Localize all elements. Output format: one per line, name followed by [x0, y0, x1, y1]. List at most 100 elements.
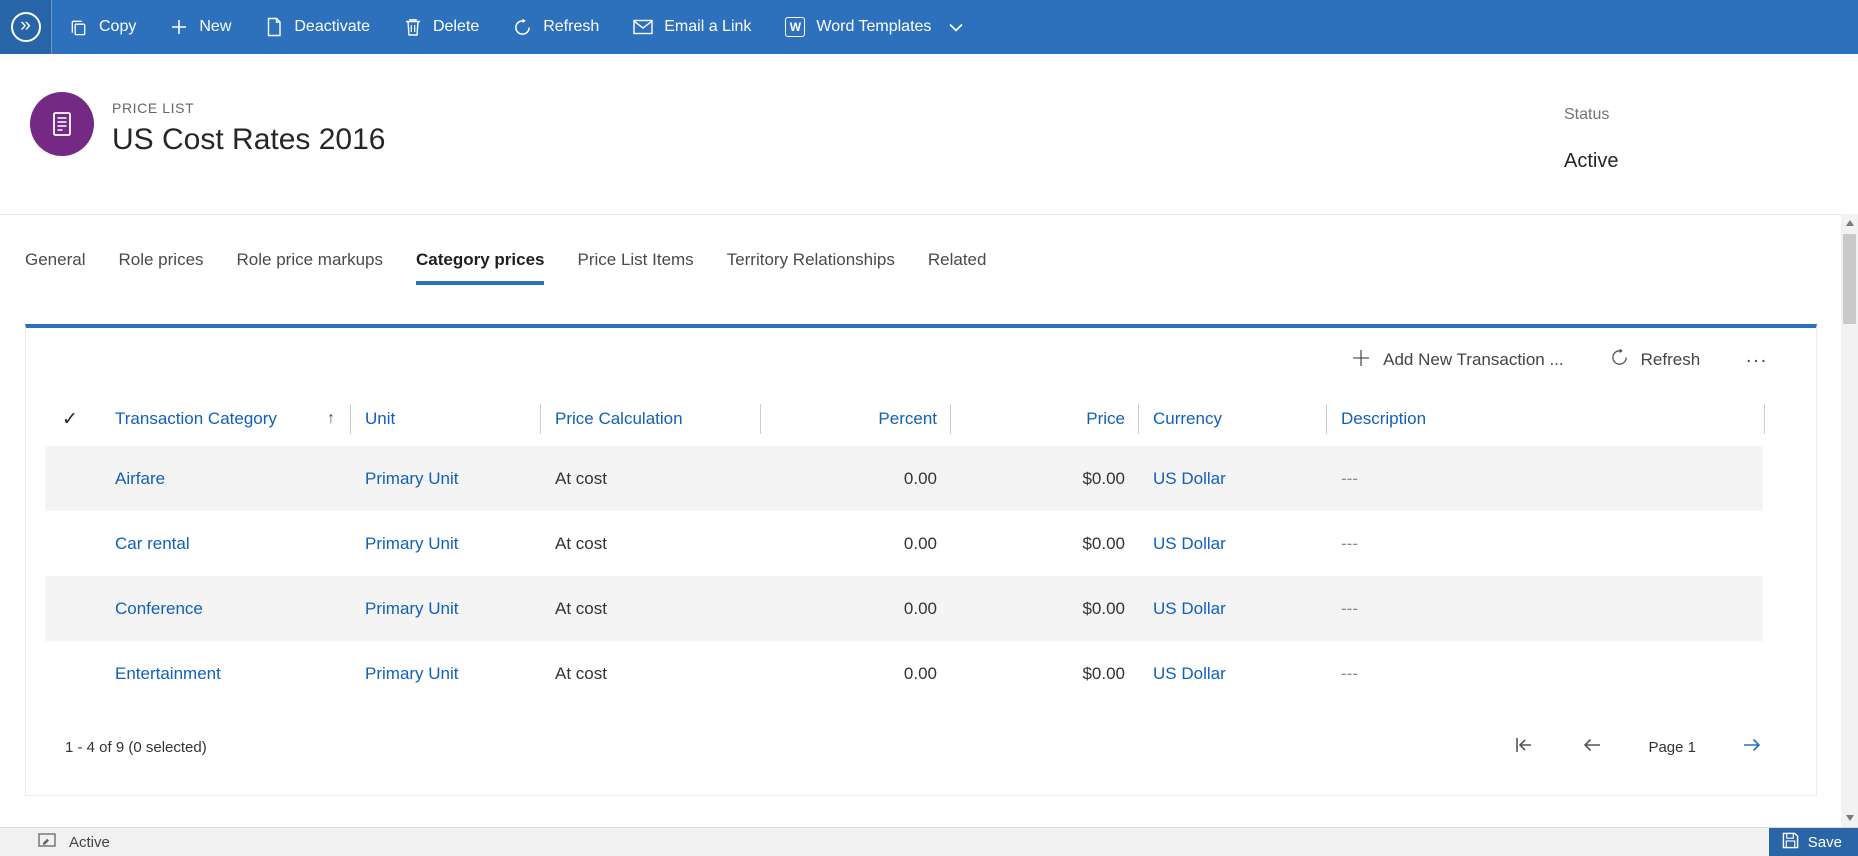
- grid-refresh-button[interactable]: Refresh: [1610, 348, 1701, 372]
- transaction-category-link[interactable]: Entertainment: [95, 664, 351, 684]
- select-all-checkbox[interactable]: ✓: [45, 392, 95, 446]
- grid-footer: 1 - 4 of 9 (0 selected) Page 1: [26, 710, 1816, 784]
- price-calculation-cell: At cost: [555, 663, 607, 683]
- refresh-icon: [1610, 348, 1629, 372]
- chevron-down-icon: [949, 23, 963, 32]
- scrollbar-thumb[interactable]: [1843, 234, 1856, 324]
- more-commands-button[interactable]: ...: [1746, 346, 1768, 374]
- description-cell: ---: [1341, 663, 1358, 683]
- word-icon: W: [785, 17, 806, 37]
- unit-link[interactable]: Primary Unit: [351, 664, 541, 684]
- currency-link[interactable]: US Dollar: [1139, 534, 1327, 554]
- save-button-label: Save: [1807, 833, 1842, 851]
- column-header-transaction-category[interactable]: Transaction Category ↑: [95, 392, 351, 446]
- next-page-button[interactable]: [1740, 735, 1764, 760]
- currency-link[interactable]: US Dollar: [1139, 469, 1327, 489]
- plus-icon: [170, 18, 188, 36]
- tab-price-list-items[interactable]: Price List Items: [577, 249, 693, 285]
- table-row[interactable]: Airfare Primary Unit At cost 0.00 $0.00 …: [45, 446, 1763, 511]
- plus-icon: [1351, 348, 1371, 373]
- add-new-transaction-label: Add New Transaction ...: [1383, 350, 1564, 369]
- entity-type-label: PRICE LIST: [112, 100, 195, 116]
- column-header-currency[interactable]: Currency: [1139, 392, 1327, 446]
- price-cell: $0.00: [1082, 534, 1125, 553]
- column-header-price-calculation[interactable]: Price Calculation: [541, 392, 761, 446]
- tab-role-prices[interactable]: Role prices: [118, 249, 203, 285]
- percent-cell: 0.00: [903, 534, 937, 553]
- column-label: Transaction Category: [115, 409, 277, 428]
- table-header-row: ✓ Transaction Category ↑ Unit Price Calc…: [45, 392, 1763, 446]
- column-header-description[interactable]: Description: [1327, 392, 1765, 446]
- percent-cell: 0.00: [903, 664, 937, 683]
- deactivate-icon: [265, 17, 283, 37]
- command-deactivate[interactable]: Deactivate: [248, 0, 387, 54]
- previous-page-button[interactable]: [1580, 735, 1604, 760]
- command-refresh[interactable]: Refresh: [496, 0, 616, 54]
- unit-link[interactable]: Primary Unit: [351, 599, 541, 619]
- tab-related[interactable]: Related: [928, 249, 987, 285]
- price-calculation-cell: At cost: [555, 533, 607, 553]
- command-label: Refresh: [543, 18, 600, 35]
- currency-link[interactable]: US Dollar: [1139, 664, 1327, 684]
- expand-commands-button[interactable]: »: [0, 0, 52, 54]
- description-cell: ---: [1341, 468, 1358, 488]
- column-header-percent[interactable]: Percent: [761, 392, 951, 446]
- first-page-button[interactable]: [1512, 735, 1536, 760]
- add-new-transaction-button[interactable]: Add New Transaction ...: [1351, 348, 1564, 373]
- tab-role-price-markups[interactable]: Role price markups: [237, 249, 383, 285]
- currency-link[interactable]: US Dollar: [1139, 599, 1327, 619]
- category-prices-grid-card: Add New Transaction ... Refresh ... ✓ Tr…: [25, 324, 1817, 796]
- scroll-up-button[interactable]: [1841, 215, 1858, 231]
- table-row[interactable]: Car rental Primary Unit At cost 0.00 $0.…: [45, 511, 1763, 576]
- transaction-category-link[interactable]: Car rental: [95, 534, 351, 554]
- command-label: Delete: [432, 18, 480, 35]
- unit-link[interactable]: Primary Unit: [351, 534, 541, 554]
- form-state: Active: [0, 833, 110, 851]
- record-count: 1 - 4 of 9 (0 selected): [65, 738, 207, 756]
- column-header-unit[interactable]: Unit: [351, 392, 541, 446]
- scroll-down-icon: [1845, 815, 1854, 821]
- command-bar: » Copy New Deactivate Delete Refresh Ema…: [0, 0, 1858, 54]
- tab-strip: General Role prices Role price markups C…: [0, 214, 1841, 324]
- page-title: US Cost Rates 2016: [112, 123, 386, 156]
- tab-category-prices[interactable]: Category prices: [415, 249, 545, 285]
- grid-refresh-label: Refresh: [1640, 350, 1701, 369]
- column-header-price[interactable]: Price: [951, 392, 1139, 446]
- price-cell: $0.00: [1082, 664, 1125, 683]
- command-word-templates[interactable]: W Word Templates: [768, 0, 980, 54]
- table-row[interactable]: Entertainment Primary Unit At cost 0.00 …: [45, 641, 1763, 706]
- word-letter: W: [785, 17, 806, 37]
- sort-ascending-icon: ↑: [327, 410, 335, 427]
- unit-link[interactable]: Primary Unit: [351, 469, 541, 489]
- percent-cell: 0.00: [903, 469, 937, 488]
- scroll-down-button[interactable]: [1841, 810, 1858, 826]
- page-indicator: Page 1: [1648, 738, 1696, 756]
- transaction-category-link[interactable]: Conference: [95, 599, 351, 619]
- price-cell: $0.00: [1082, 599, 1125, 618]
- description-cell: ---: [1341, 598, 1358, 618]
- status-field-label: Status: [1564, 106, 1610, 123]
- command-delete[interactable]: Delete: [387, 0, 496, 54]
- first-page-icon: [1512, 735, 1536, 760]
- transaction-category-link[interactable]: Airfare: [95, 469, 351, 489]
- command-label: Email a Link: [664, 18, 752, 35]
- vertical-scrollbar[interactable]: [1841, 214, 1858, 827]
- command-label: New: [199, 18, 232, 35]
- save-button[interactable]: Save: [1768, 828, 1858, 856]
- previous-page-icon: [1580, 735, 1604, 760]
- tab-territory-relationships[interactable]: Territory Relationships: [727, 249, 895, 285]
- status-field: Status Active: [1564, 106, 1618, 173]
- command-label: Deactivate: [294, 18, 370, 35]
- table-row[interactable]: Conference Primary Unit At cost 0.00 $0.…: [45, 576, 1763, 641]
- expand-commands-icon: »: [10, 12, 41, 42]
- command-label: Word Templates: [816, 18, 932, 35]
- command-new[interactable]: New: [153, 0, 248, 54]
- email-icon: [633, 19, 653, 35]
- record-header: PRICE LIST US Cost Rates 2016 Status Act…: [0, 54, 1858, 214]
- command-email-a-link[interactable]: Email a Link: [616, 0, 768, 54]
- scroll-up-icon: [1845, 220, 1854, 226]
- price-cell: $0.00: [1082, 469, 1125, 488]
- percent-cell: 0.00: [903, 599, 937, 618]
- tab-general[interactable]: General: [25, 249, 85, 285]
- command-copy[interactable]: Copy: [52, 0, 153, 54]
